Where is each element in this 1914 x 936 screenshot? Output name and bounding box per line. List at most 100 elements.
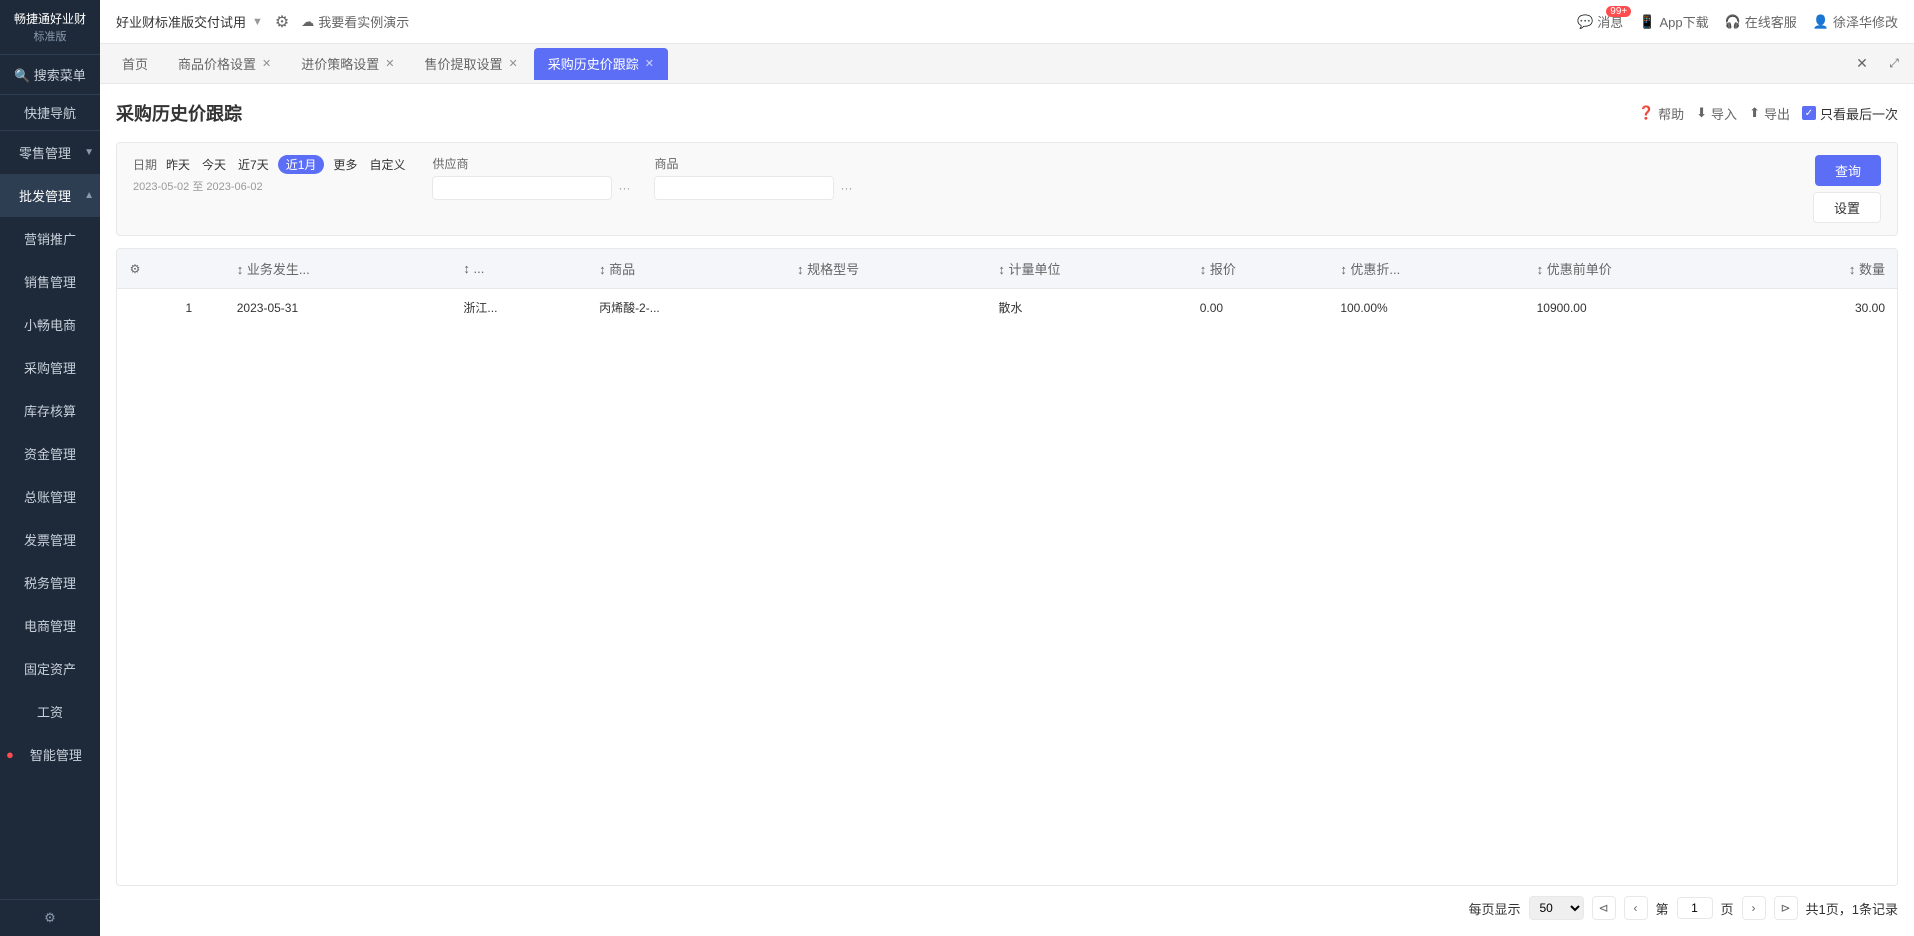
tab-purchase-price[interactable]: 进价策略设置 ✕ [287, 48, 408, 80]
supplier-input[interactable] [432, 176, 612, 200]
th-discount[interactable]: ↕ 优惠折... [1328, 249, 1524, 289]
demo-icon: ☁ [301, 14, 314, 30]
user-name: 徐泽华修改 [1833, 12, 1898, 31]
help-button[interactable]: ❓ 帮助 [1638, 104, 1684, 123]
th-index [153, 249, 225, 289]
th-pre-discount-price[interactable]: ↕ 优惠前单价 [1525, 249, 1757, 289]
sidebar-item-marketing[interactable]: 营销推广 [0, 217, 100, 260]
tab-goods-price[interactable]: 商品价格设置 ✕ [164, 48, 285, 80]
td-business-date: 2023-05-31 [225, 289, 452, 327]
only-latest-toggle[interactable]: ✓ 只看最后一次 [1802, 104, 1898, 123]
th-spec[interactable]: ↕ 规格型号 [785, 249, 986, 289]
sidebar-item-search[interactable]: 🔍 搜索菜单 [0, 55, 100, 95]
total-info: 共1页，1条记录 [1806, 899, 1898, 918]
version-selector[interactable]: 好业财标准版交付试用 ▼ [116, 12, 263, 31]
tabbar-expand-button[interactable]: ⤢ [1882, 52, 1906, 76]
sidebar: 畅捷通好业财 标准版 🔍 搜索菜单 快捷导航 零售管理 ▼ 批发管理 ▲ 营销推… [0, 0, 100, 936]
export-button[interactable]: ⬆ 导出 [1749, 104, 1790, 123]
td-gear [117, 289, 153, 327]
goods-input[interactable] [654, 176, 834, 200]
sidebar-item-fixed-assets[interactable]: 固定资产 [0, 647, 100, 690]
prev-page-button[interactable]: ‹ [1624, 896, 1648, 920]
td-quantity: 30.00 [1756, 289, 1897, 327]
close-icon[interactable]: ✕ [645, 57, 654, 70]
app-download-button[interactable]: 📱 App下载 [1639, 12, 1708, 31]
date-option-1month[interactable]: 近1月 [278, 155, 325, 174]
close-icon[interactable]: ✕ [509, 57, 518, 70]
import-button[interactable]: ⬇ 导入 [1696, 104, 1737, 123]
td-index: 1 [153, 289, 225, 327]
sidebar-item-finance[interactable]: 资金管理 [0, 432, 100, 475]
date-option-today[interactable]: 今天 [199, 155, 229, 174]
last-page-button[interactable]: ⊳ [1774, 896, 1798, 920]
demo-label: 我要看实例演示 [318, 12, 409, 31]
tab-purchase-history-label: 采购历史价跟踪 [548, 54, 639, 73]
topbar-right: 💬 消息 99+ 📱 App下载 🎧 在线客服 👤 徐泽华修改 [1577, 12, 1898, 31]
table-header-row: ⚙ ↕ 业务发生... ↕ ... ↕ 商品 ↕ 规格型号 [117, 249, 1897, 289]
th-more[interactable]: ↕ ... [451, 249, 587, 289]
online-service-button[interactable]: 🎧 在线客服 [1725, 12, 1797, 31]
td-quote: 0.00 [1188, 289, 1329, 327]
next-page-button[interactable]: › [1742, 896, 1766, 920]
sidebar-item-quicknav[interactable]: 快捷导航 [0, 95, 100, 131]
user-profile[interactable]: 👤 徐泽华修改 [1813, 12, 1898, 31]
sidebar-item-ecommerce-small[interactable]: 小畅电商 [0, 303, 100, 346]
th-gear[interactable]: ⚙ [117, 249, 153, 289]
demo-link[interactable]: ☁ 我要看实例演示 [301, 12, 409, 31]
goods-more-icon[interactable]: ··· [840, 181, 852, 195]
th-business-date[interactable]: ↕ 业务发生... [225, 249, 452, 289]
tab-purchase-history[interactable]: 采购历史价跟踪 ✕ [534, 48, 668, 80]
current-page-input[interactable] [1677, 897, 1713, 919]
sidebar-item-smart[interactable]: ● 智能管理 [0, 733, 100, 776]
tabbar-close-button[interactable]: ✕ [1850, 52, 1874, 76]
page-title: 采购历史价跟踪 [116, 100, 242, 126]
sidebar-item-retail[interactable]: 零售管理 ▼ [0, 131, 100, 174]
topbar-settings-icon[interactable]: ⚙ [275, 12, 289, 32]
tab-sale-price-label: 售价提取设置 [424, 54, 502, 73]
sidebar-item-inventory[interactable]: 库存核算 [0, 389, 100, 432]
sidebar-item-purchase[interactable]: 采购管理 [0, 346, 100, 389]
date-option-7days[interactable]: 近7天 [235, 155, 272, 174]
td-goods: 丙烯酸-2-... [587, 289, 785, 327]
app-title: 畅捷通好业财 [14, 12, 86, 28]
sidebar-item-ledger[interactable]: 总账管理 [0, 475, 100, 518]
date-filter-group: 日期 昨天 今天 近7天 近1月 更多 自定义 2023-05-02 至 202… [133, 155, 408, 194]
page-label-suffix: 页 [1721, 899, 1734, 918]
supplier-filter-group: 供应商 ··· [432, 155, 630, 200]
filter-settings-button[interactable]: 设置 [1813, 192, 1881, 223]
query-button[interactable]: 查询 [1815, 155, 1881, 186]
date-option-more[interactable]: 更多 [330, 155, 360, 174]
close-icon[interactable]: ✕ [262, 57, 271, 70]
only-latest-label: 只看最后一次 [1820, 104, 1898, 123]
td-spec [785, 289, 986, 327]
avatar-icon: 👤 [1813, 14, 1829, 30]
page-label-prefix: 第 [1656, 899, 1669, 918]
sidebar-item-tax[interactable]: 税务管理 [0, 561, 100, 604]
first-page-button[interactable]: ⊲ [1592, 896, 1616, 920]
sidebar-item-invoice[interactable]: 发票管理 [0, 518, 100, 561]
th-quantity[interactable]: ↕ 数量 [1756, 249, 1897, 289]
th-unit[interactable]: ↕ 计量单位 [986, 249, 1187, 289]
td-unit: 散水 [986, 289, 1187, 327]
close-icon[interactable]: ✕ [385, 57, 394, 70]
tab-home-label: 首页 [122, 54, 148, 73]
date-option-custom[interactable]: 自定义 [366, 155, 408, 174]
th-quote[interactable]: ↕ 报价 [1188, 249, 1329, 289]
quicknav-label: 快捷导航 [24, 106, 76, 121]
sidebar-item-wholesale[interactable]: 批发管理 ▲ [0, 174, 100, 217]
chevron-down-icon: ▼ [252, 16, 263, 28]
sidebar-item-payroll[interactable]: 工资 [0, 690, 100, 733]
only-latest-checkbox[interactable]: ✓ [1802, 106, 1816, 120]
per-page-select[interactable]: 50 10 20 100 [1529, 896, 1584, 920]
message-button[interactable]: 💬 消息 99+ [1577, 12, 1623, 31]
app-sub: 标准版 [34, 28, 67, 44]
th-goods[interactable]: ↕ 商品 [587, 249, 785, 289]
tab-home[interactable]: 首页 [108, 48, 162, 80]
date-option-yesterday[interactable]: 昨天 [163, 155, 193, 174]
sidebar-item-sales[interactable]: 销售管理 [0, 260, 100, 303]
sidebar-item-ecommerce[interactable]: 电商管理 [0, 604, 100, 647]
export-label: 导出 [1764, 104, 1790, 123]
sidebar-settings[interactable]: ⚙ [0, 899, 100, 936]
tab-sale-price[interactable]: 售价提取设置 ✕ [410, 48, 531, 80]
supplier-more-icon[interactable]: ··· [618, 181, 630, 195]
